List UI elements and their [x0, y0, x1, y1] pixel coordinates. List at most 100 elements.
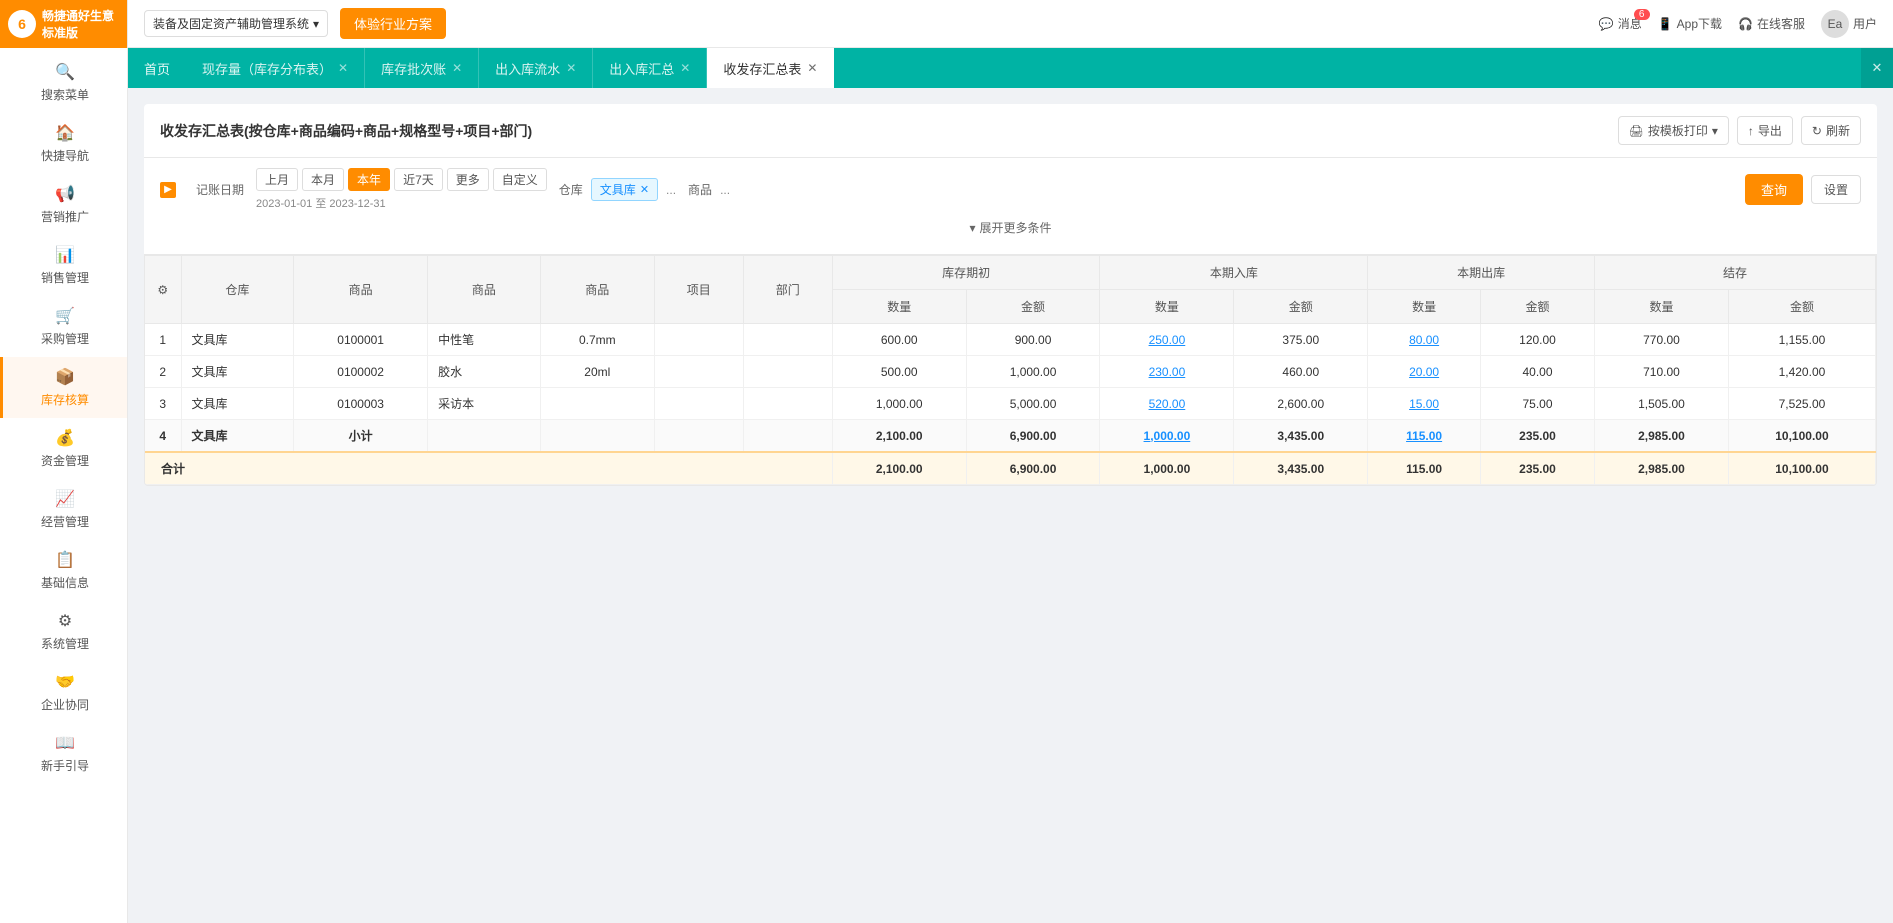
tab-summary[interactable]: 出入库汇总 ✕: [593, 48, 707, 88]
sidebar-item-sales[interactable]: 📊 销售管理: [0, 235, 127, 296]
sidebar-item-quicknav[interactable]: 🏠 快捷导航: [0, 113, 127, 174]
row2-goods-code: 0100002: [294, 356, 428, 388]
sidebar-item-marketing[interactable]: 📢 营销推广: [0, 174, 127, 235]
row3-in-amt: 2,600.00: [1234, 388, 1368, 420]
system-name: 装备及固定资产辅助管理系统: [153, 15, 309, 32]
app-download-button[interactable]: 📱 App下载: [1658, 15, 1722, 32]
user-button[interactable]: Ea 用户: [1821, 10, 1877, 38]
sidebar-item-basic-label: 基础信息: [41, 574, 89, 591]
sidebar-item-operations[interactable]: 📈 经营管理: [0, 479, 127, 540]
th-group-opening: 库存期初: [832, 256, 1100, 290]
row3-goods-name: 采访本: [428, 388, 541, 420]
subtotal-in-qty[interactable]: 1,000.00: [1100, 420, 1234, 453]
date-btn-custom[interactable]: 自定义: [493, 168, 547, 191]
row2-out-qty[interactable]: 20.00: [1368, 356, 1481, 388]
th-settings[interactable]: ⚙: [145, 256, 181, 324]
sidebar-item-inventory[interactable]: 📦 库存核算: [0, 357, 127, 418]
tab-inventory[interactable]: 现存量（库存分布表） ✕: [186, 48, 365, 88]
subtotal-out-qty[interactable]: 115.00: [1368, 420, 1481, 453]
settings-button[interactable]: 设置: [1811, 175, 1861, 204]
goods-more[interactable]: ...: [720, 183, 730, 197]
subtotal-department: [743, 420, 832, 453]
print-button[interactable]: 🖨 按模板打印 ▾: [1618, 116, 1729, 145]
tab-summary-close[interactable]: ✕: [680, 61, 690, 75]
data-table: ⚙ 仓库 商品 商品 商品 项目 部门 库存期初 本期入库 本期出库 结存 数量: [145, 256, 1876, 485]
date-btn-7days[interactable]: 近7天: [394, 168, 443, 191]
experience-button[interactable]: 体验行业方案: [340, 8, 446, 39]
tab-recv-send[interactable]: 收发存汇总表 ✕: [707, 48, 834, 88]
expand-icon: ▾: [969, 221, 975, 235]
subtotal-ending-qty: 2,985.00: [1595, 420, 1729, 453]
search-icon: 🔍: [55, 62, 75, 82]
export-button[interactable]: ↑ 导出: [1737, 116, 1793, 145]
warehouse-tag-close[interactable]: ✕: [640, 183, 649, 196]
table-footer: 合计 2,100.00 6,900.00 1,000.00 3,435.00 1…: [145, 452, 1876, 485]
close-all-tabs-button[interactable]: ✕: [1861, 48, 1893, 88]
money-icon: 💰: [55, 428, 75, 448]
row3-in-qty[interactable]: 520.00: [1100, 388, 1234, 420]
date-btn-more[interactable]: 更多: [447, 168, 489, 191]
row1-in-qty[interactable]: 250.00: [1100, 324, 1234, 356]
sidebar-item-system-label: 系统管理: [41, 635, 89, 652]
subtotal-no: 4: [145, 420, 181, 453]
total-in-qty: 1,000.00: [1100, 452, 1234, 485]
topbar-right: 💬 消息 6 📱 App下载 🎧 在线客服 Ea 用户: [1599, 10, 1877, 38]
online-service-label: 在线客服: [1757, 15, 1805, 32]
tab-batch[interactable]: 库存批次账 ✕: [365, 48, 479, 88]
row3-out-qty[interactable]: 15.00: [1368, 388, 1481, 420]
tab-inout[interactable]: 出入库流水 ✕: [479, 48, 593, 88]
th-group-out: 本期出库: [1368, 256, 1595, 290]
avatar: Ea: [1821, 10, 1849, 38]
th-group-ending: 结存: [1595, 256, 1876, 290]
sidebar-item-guide-label: 新手引导: [41, 757, 89, 774]
message-button[interactable]: 💬 消息 6: [1599, 15, 1642, 32]
sidebar-item-finance[interactable]: 💰 资金管理: [0, 418, 127, 479]
collapse-button[interactable]: ▶: [160, 182, 176, 198]
row1-out-qty[interactable]: 80.00: [1368, 324, 1481, 356]
th-goods-code: 商品: [294, 256, 428, 324]
subtotal-label: 小计: [294, 420, 428, 453]
sidebar-item-corp[interactable]: 🤝 企业协同: [0, 662, 127, 723]
sidebar-item-basic[interactable]: 📋 基础信息: [0, 540, 127, 601]
expand-conditions-button[interactable]: ▾ 展开更多条件: [969, 219, 1051, 236]
online-service-button[interactable]: 🎧 在线客服: [1738, 15, 1805, 32]
row3-warehouse: 文具库: [181, 388, 294, 420]
page-content: 收发存汇总表(按仓库+商品编码+商品+规格型号+项目+部门) 🖨 按模板打印 ▾…: [128, 88, 1893, 923]
sidebar-item-purchase[interactable]: 🛒 采购管理: [0, 296, 127, 357]
goods-label: 商品: [688, 181, 712, 198]
warehouse-more[interactable]: ...: [666, 183, 676, 197]
message-icon: 💬: [1599, 17, 1614, 31]
subtotal-opening-qty: 2,100.00: [832, 420, 966, 453]
th-in-qty: 数量: [1100, 290, 1234, 324]
tab-batch-close[interactable]: ✕: [452, 61, 462, 75]
sidebar-item-search[interactable]: 🔍 搜索菜单: [0, 52, 127, 113]
row2-no: 2: [145, 356, 181, 388]
tab-recv-send-close[interactable]: ✕: [807, 61, 817, 75]
query-button[interactable]: 查询: [1745, 174, 1803, 205]
sidebar-item-guide[interactable]: 📖 新手引导: [0, 723, 127, 784]
date-btn-last-month[interactable]: 上月: [256, 168, 298, 191]
total-out-amt: 235.00: [1480, 452, 1594, 485]
row2-in-qty[interactable]: 230.00: [1100, 356, 1234, 388]
tab-home[interactable]: 首页: [128, 48, 186, 88]
cart-icon: 🛒: [55, 306, 75, 326]
date-btn-this-year[interactable]: 本年: [348, 168, 390, 191]
user-label: 用户: [1853, 15, 1877, 32]
th-warehouse: 仓库: [181, 256, 294, 324]
th-project: 项目: [654, 256, 743, 324]
refresh-button[interactable]: ↻ 刷新: [1801, 116, 1861, 145]
sidebar-item-system[interactable]: ⚙ 系统管理: [0, 601, 127, 662]
date-btn-this-month[interactable]: 本月: [302, 168, 344, 191]
tab-inout-close[interactable]: ✕: [566, 61, 576, 75]
row2-ending-qty: 710.00: [1595, 356, 1729, 388]
tab-inventory-close[interactable]: ✕: [338, 61, 348, 75]
row2-warehouse: 文具库: [181, 356, 294, 388]
row1-goods-name: 中性笔: [428, 324, 541, 356]
row2-opening-qty: 500.00: [832, 356, 966, 388]
row1-opening-amt: 900.00: [966, 324, 1100, 356]
book-icon: 📖: [55, 733, 75, 753]
row1-ending-qty: 770.00: [1595, 324, 1729, 356]
filter-row: ▶ 记账日期 上月 本月 本年 近7天 更多 自定义 2023-01-01 至 …: [160, 168, 1861, 211]
date-range-text: 2023-01-01 至 2023-12-31: [256, 195, 547, 211]
system-selector[interactable]: 装备及固定资产辅助管理系统 ▾: [144, 10, 328, 37]
